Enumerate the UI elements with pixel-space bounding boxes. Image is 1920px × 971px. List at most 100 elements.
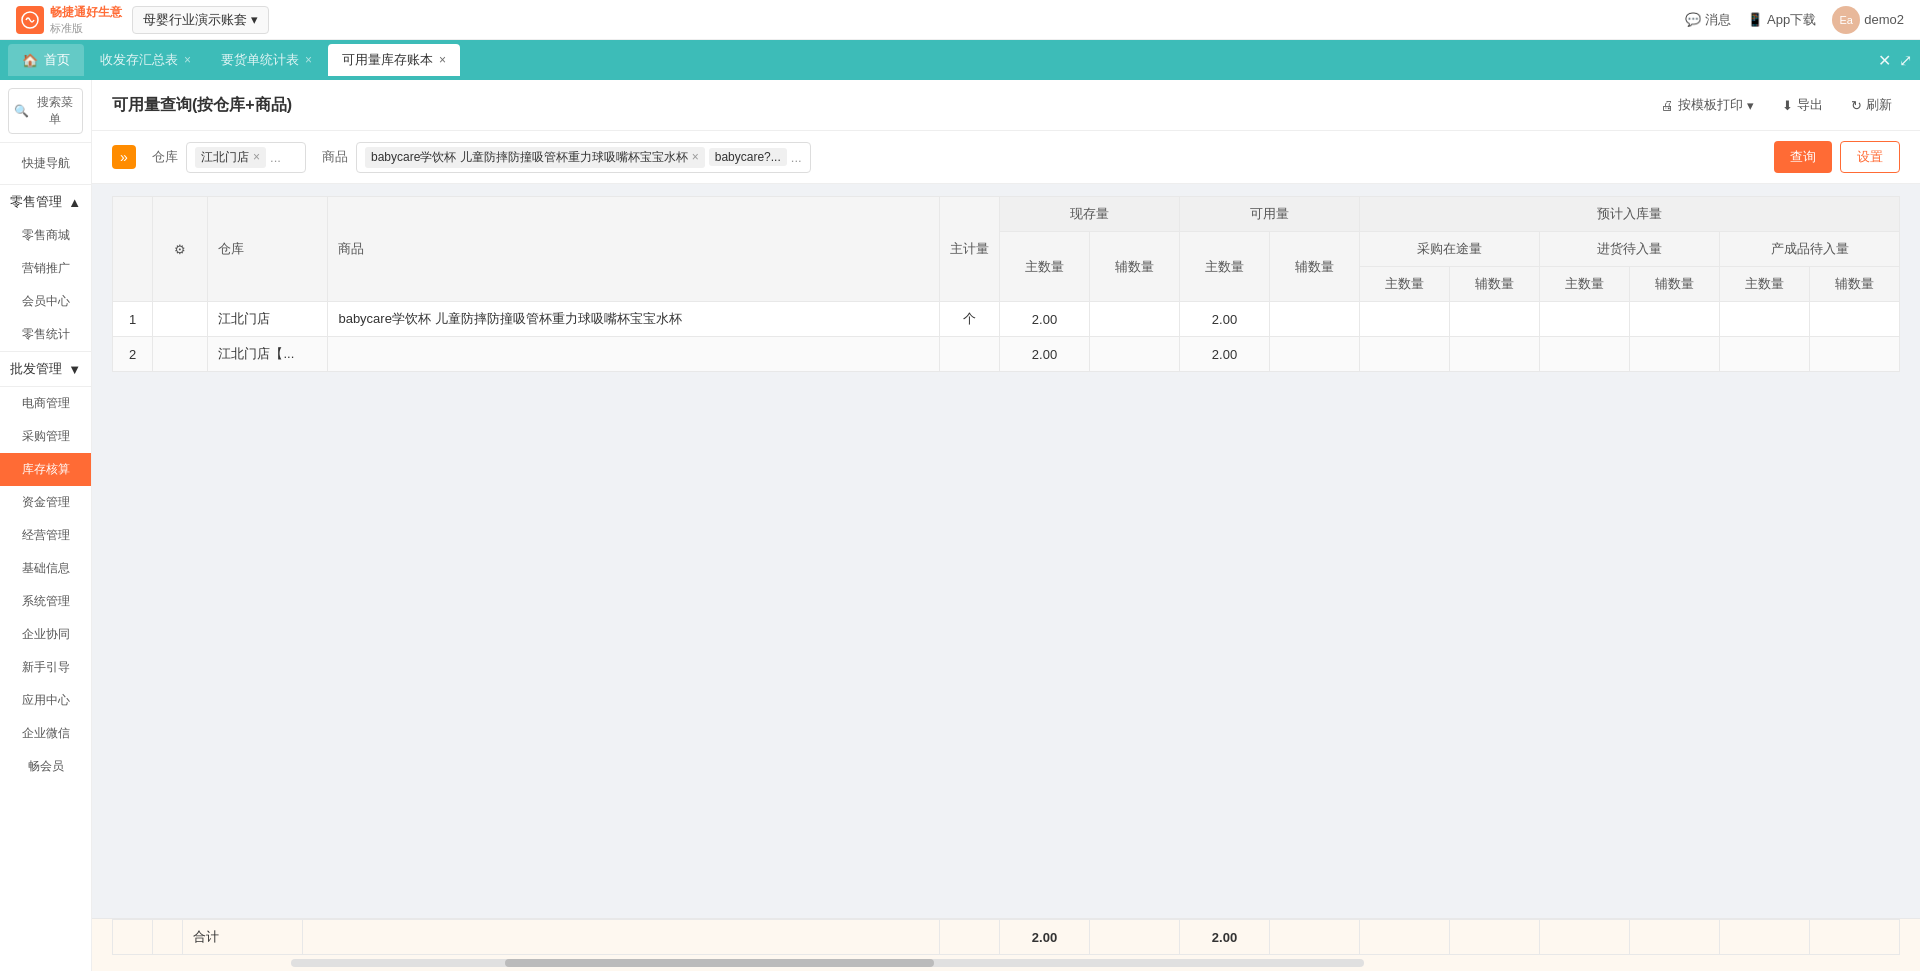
refresh-label: 刷新: [1866, 96, 1892, 114]
expand-arrows-icon: »: [120, 149, 128, 165]
export-btn[interactable]: ⬇ 导出: [1774, 92, 1831, 118]
cell-purchase-main-0: [1360, 302, 1450, 337]
cell-incoming-aux-1: [1630, 337, 1720, 372]
enterprise-collab-label: 企业协同: [22, 627, 70, 641]
sidebar-item-business[interactable]: 经营管理: [0, 519, 91, 552]
tab-collect[interactable]: 收发存汇总表 ×: [86, 44, 205, 76]
goods-tag1-close[interactable]: ×: [692, 150, 699, 164]
goods-more-btn[interactable]: ...: [791, 150, 802, 165]
total-production-aux: [1810, 920, 1900, 955]
user-menu[interactable]: Ea demo2: [1832, 6, 1904, 34]
cell-index-0: 1: [113, 302, 153, 337]
retail-mall-label: 零售商城: [22, 228, 70, 242]
table-wrapper: ⚙ 仓库 商品 主计量 现存量 可用量 预计入库量 主数量 辅数量 主数量 辅数…: [92, 184, 1920, 918]
th-production-aux: 辅数量: [1810, 267, 1900, 302]
chevron-down-icon: ▾: [251, 12, 258, 27]
top-bar: 畅捷通好生意 标准版 母婴行业演示账套 ▾ 💬 消息 📱 App下载 Ea de…: [0, 0, 1920, 40]
cell-prod-main-1: [1720, 337, 1810, 372]
cell-settings-0: [153, 302, 208, 337]
page-actions: 🖨 按模板打印 ▾ ⬇ 导出 ↻ 刷新: [1653, 92, 1900, 118]
th-settings[interactable]: ⚙: [153, 197, 208, 302]
retail-mgmt-label: 零售管理: [10, 193, 62, 211]
top-bar-right: 💬 消息 📱 App下载 Ea demo2: [1685, 6, 1904, 34]
th-purchase-aux: 辅数量: [1450, 267, 1540, 302]
horizontal-scrollbar[interactable]: [291, 959, 1364, 967]
tab-available-close[interactable]: ×: [439, 53, 446, 67]
sidebar-item-finance[interactable]: 资金管理: [0, 486, 91, 519]
search-icon: 🔍: [14, 104, 29, 118]
close-all-icon[interactable]: ✕: [1878, 51, 1891, 70]
sidebar-item-inventory[interactable]: 库存核算: [0, 453, 91, 486]
filter-expand-btn[interactable]: »: [112, 145, 136, 169]
industry-selector[interactable]: 母婴行业演示账套 ▾: [132, 6, 269, 34]
sidebar-item-ecommerce[interactable]: 电商管理: [0, 387, 91, 420]
filter-actions: 查询 设置: [1774, 141, 1900, 173]
sidebar-item-vip[interactable]: 畅会员: [0, 750, 91, 783]
search-menu-label: 搜索菜单: [33, 94, 77, 128]
page-title: 可用量查询(按仓库+商品): [112, 95, 292, 116]
app-download-btn[interactable]: 📱 App下载: [1747, 11, 1816, 29]
tab-collect-close[interactable]: ×: [184, 53, 191, 67]
expand-icon[interactable]: ⤢: [1899, 51, 1912, 70]
total-empty1: [113, 920, 153, 955]
sidebar-item-quick-nav[interactable]: 快捷导航: [0, 147, 91, 180]
goods-tag1-value: babycare学饮杯 儿童防摔防撞吸管杯重力球吸嘴杯宝宝水杯: [371, 149, 688, 166]
sidebar-item-newcomer[interactable]: 新手引导: [0, 651, 91, 684]
cell-goods-0: babycare学饮杯 儿童防摔防撞吸管杯重力球吸嘴杯宝宝水杯: [328, 302, 940, 337]
print-icon: 🖨: [1661, 98, 1674, 113]
sidebar-item-retail-mall[interactable]: 零售商城: [0, 219, 91, 252]
tab-collect-label: 收发存汇总表: [100, 51, 178, 69]
cell-goods-1: [328, 337, 940, 372]
sidebar-item-basic-info[interactable]: 基础信息: [0, 552, 91, 585]
warehouse-tag-close[interactable]: ×: [253, 150, 260, 164]
total-goods-empty: [303, 920, 940, 955]
sidebar-item-app-center[interactable]: 应用中心: [0, 684, 91, 717]
th-index: [113, 197, 153, 302]
sidebar-item-marketing[interactable]: 营销推广: [0, 252, 91, 285]
sidebar-item-system[interactable]: 系统管理: [0, 585, 91, 618]
th-avail-aux: 辅数量: [1270, 232, 1360, 302]
refresh-icon: ↻: [1851, 98, 1862, 113]
search-menu-btn[interactable]: 🔍 搜索菜单: [8, 88, 83, 134]
table-footer: 合计 2.00 2.00: [92, 918, 1920, 971]
sidebar-item-purchase[interactable]: 采购管理: [0, 420, 91, 453]
sidebar-item-member[interactable]: 会员中心: [0, 285, 91, 318]
warehouse-more-btn[interactable]: ...: [270, 150, 281, 165]
message-btn[interactable]: 💬 消息: [1685, 11, 1731, 29]
logo-sub: 标准版: [50, 21, 122, 36]
sidebar-item-enterprise-wechat[interactable]: 企业微信: [0, 717, 91, 750]
cell-incoming-main-0: [1540, 302, 1630, 337]
query-btn[interactable]: 查询: [1774, 141, 1832, 173]
warehouse-tag-value: 江北门店: [201, 149, 249, 166]
tab-order-stat-close[interactable]: ×: [305, 53, 312, 67]
goods-filter-tag2: babycare?...: [709, 148, 787, 166]
total-empty2: [153, 920, 183, 955]
tab-available-label: 可用量库存账本: [342, 51, 433, 69]
tab-available[interactable]: 可用量库存账本 ×: [328, 44, 460, 76]
chevron-up-icon: ▲: [68, 195, 81, 210]
warehouse-filter-group: 仓库 江北门店 × ...: [152, 142, 306, 173]
sidebar-item-retail-mgmt[interactable]: 零售管理 ▲: [0, 185, 91, 219]
goods-tag2-value: babycare?...: [715, 150, 781, 164]
cell-settings-1: [153, 337, 208, 372]
sidebar-item-wholesale[interactable]: 批发管理 ▼: [0, 352, 91, 386]
total-purchase-aux: [1450, 920, 1540, 955]
settings-btn[interactable]: 设置: [1840, 141, 1900, 173]
sidebar-item-retail-stat[interactable]: 零售统计: [0, 318, 91, 351]
warehouse-filter-input[interactable]: 江北门店 × ...: [186, 142, 306, 173]
data-table: ⚙ 仓库 商品 主计量 现存量 可用量 预计入库量 主数量 辅数量 主数量 辅数…: [112, 196, 1900, 372]
th-purchase-main: 主数量: [1360, 267, 1450, 302]
tab-home[interactable]: 🏠 首页: [8, 44, 84, 76]
template-print-btn[interactable]: 🖨 按模板打印 ▾: [1653, 92, 1762, 118]
tab-order-stat-label: 要货单统计表: [221, 51, 299, 69]
warehouse-filter-tag: 江北门店 ×: [195, 147, 266, 168]
tab-home-label: 首页: [44, 51, 70, 69]
sidebar-item-enterprise-collab[interactable]: 企业协同: [0, 618, 91, 651]
cell-unit-1: [940, 337, 1000, 372]
inventory-label: 库存核算: [22, 462, 70, 476]
tab-order-stat[interactable]: 要货单统计表 ×: [207, 44, 326, 76]
cell-avail-aux-1: [1270, 337, 1360, 372]
refresh-btn[interactable]: ↻ 刷新: [1843, 92, 1900, 118]
th-goods: 商品: [328, 197, 940, 302]
goods-filter-input[interactable]: babycare学饮杯 儿童防摔防撞吸管杯重力球吸嘴杯宝宝水杯 × babyca…: [356, 142, 811, 173]
